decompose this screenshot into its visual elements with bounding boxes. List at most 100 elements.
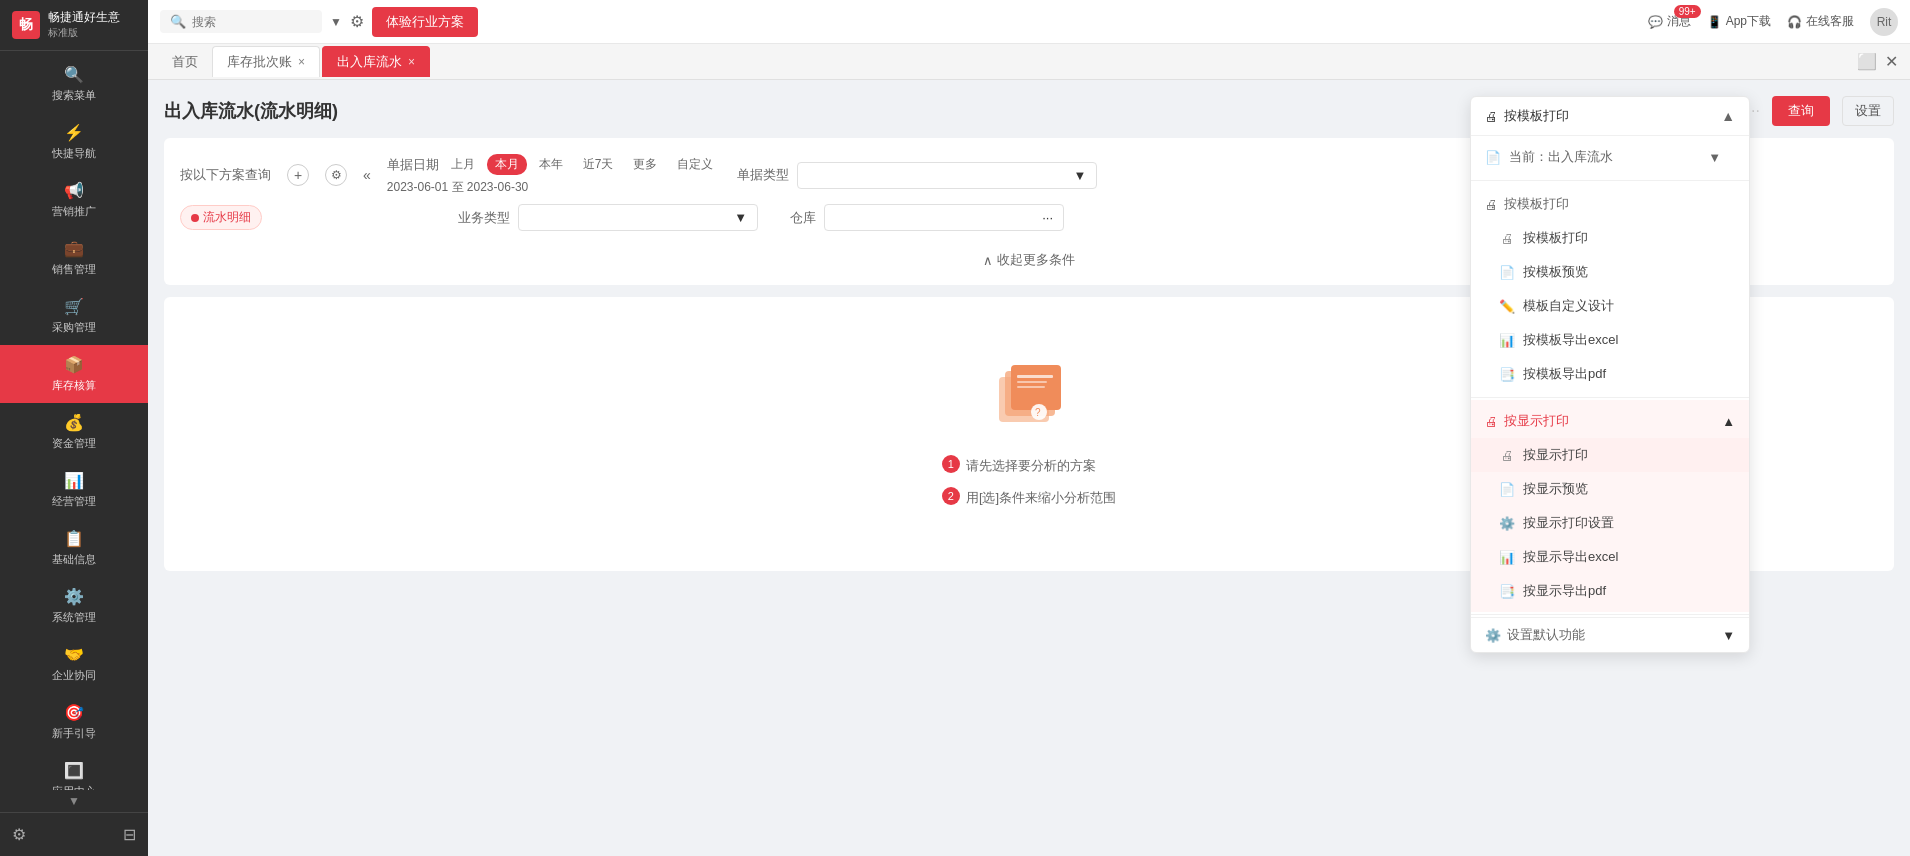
sidebar-item-search[interactable]: 🔍 搜索菜单 [0,55,148,113]
filter-add-btn[interactable]: + [287,164,309,186]
date-tab-3[interactable]: 近7天 [575,154,622,175]
tip-item-1: 1 请先选择要分析的方案 [942,453,1116,479]
template-excel-item[interactable]: 📊 按模板导出excel [1471,323,1749,357]
user-avatar[interactable]: Rit [1870,8,1898,36]
sidebar-item-finance[interactable]: 💰 资金管理 [0,403,148,461]
settings-btn[interactable]: 设置 [1842,96,1894,126]
display-settings-item[interactable]: ⚙️ 按显示打印设置 [1471,506,1749,540]
template-section-header[interactable]: 🖨 按模板打印 [1471,187,1749,221]
sidebar-item-purchase[interactable]: 🛒 采购管理 [0,287,148,345]
doc-type-select[interactable]: ▼ [797,162,1097,189]
doc-type-label: 单据类型 [737,166,789,184]
display-pdf-label: 按显示导出pdf [1523,582,1606,600]
scroll-down-icon[interactable]: ▼ [68,794,80,808]
sidebar-item-guide[interactable]: 🎯 新手引导 [0,693,148,751]
search-dropdown-icon[interactable]: ▼ [330,15,342,29]
query-btn[interactable]: 查询 [1772,96,1830,126]
current-dropdown-icon: ▼ [1708,150,1721,165]
sidebar-item-system[interactable]: ⚙️ 系统管理 [0,577,148,635]
display-pdf-item[interactable]: 📑 按显示导出pdf [1471,574,1749,608]
empty-tips: 1 请先选择要分析的方案 2 用[选]条件来缩小分析范围 [942,453,1116,511]
online-service-label: 在线客服 [1806,13,1854,30]
warehouse-select[interactable]: ··· [824,204,1064,231]
shortcut-icon: ⚡ [64,123,84,142]
purchase-icon: 🛒 [64,297,84,316]
operations-icon: 📊 [64,471,84,490]
date-tabs: 上月本月本年近7天更多自定义 [443,154,722,175]
message-btn[interactable]: 💬 消息 99+ [1648,13,1691,30]
tab-home[interactable]: 首页 [160,47,210,77]
date-tab-2[interactable]: 本年 [531,154,571,175]
date-tab-0[interactable]: 上月 [443,154,483,175]
collapse-more-btn[interactable]: ∧ 收起更多条件 [983,251,1075,269]
search-input[interactable] [192,15,312,29]
item-preview-icon: 📄 [1499,264,1515,280]
template-custom-item[interactable]: ✏️ 模板自定义设计 [1471,289,1749,323]
dropdown-print-icon: 🖨 [1485,109,1498,124]
tabs-bar: 首页 库存批次账 × 出入库流水 × ⬜ ✕ [148,44,1910,80]
sidebar-item-sales[interactable]: 💼 销售管理 [0,229,148,287]
display-print-item[interactable]: 🖨 按显示打印 [1471,438,1749,472]
sidebar-item-operations[interactable]: 📊 经营管理 [0,461,148,519]
dropdown-footer[interactable]: ⚙️ 设置默认功能 ▼ [1471,617,1749,652]
display-preview-icon: 📄 [1499,481,1515,497]
template-section-label: 🖨 按模板打印 [1485,195,1569,213]
template-pdf-label: 按模板导出pdf [1523,365,1606,383]
collapse-sidebar-icon[interactable]: ⊟ [123,825,136,844]
template-preview-item[interactable]: 📄 按模板预览 [1471,255,1749,289]
display-section-collapse[interactable]: ▲ [1722,414,1735,429]
basic-icon: 📋 [64,529,84,548]
tab-flow[interactable]: 出入库流水 × [322,46,430,77]
topbar-right: 💬 消息 99+ 📱 App下载 🎧 在线客服 Rit [1648,8,1898,36]
finance-label: 资金管理 [52,436,96,451]
filter-settings-btn[interactable]: ⚙ [325,164,347,186]
dropdown-title-text: 按模板打印 [1504,107,1569,125]
tab-batch[interactable]: 库存批次账 × [212,46,320,77]
online-service-btn[interactable]: 🎧 在线客服 [1787,13,1854,30]
tab-flow-close[interactable]: × [408,55,415,69]
tabs-right: ⬜ ✕ [1857,52,1898,71]
date-filter: 单据日期 上月本月本年近7天更多自定义 2023-06-01 至 2023-06… [387,154,722,196]
footer-label: ⚙️ 设置默认功能 [1485,626,1585,644]
display-settings-label: 按显示打印设置 [1523,514,1614,532]
date-tab-4[interactable]: 更多 [625,154,665,175]
avatar-text: Rit [1877,15,1892,29]
filter-collapse-left-btn[interactable]: « [363,167,371,183]
enterprise-icon: 🤝 [64,645,84,664]
date-tab-1[interactable]: 本月 [487,154,527,175]
sidebar-item-enterprise[interactable]: 🤝 企业协同 [0,635,148,693]
dropdown-collapse-btn[interactable]: ▲ [1721,108,1735,124]
logo-title: 畅捷通好生意 [48,10,120,26]
marketing-icon: 📢 [64,181,84,200]
date-tab-5[interactable]: 自定义 [669,154,721,175]
trial-btn[interactable]: 体验行业方案 [372,7,478,37]
display-excel-label: 按显示导出excel [1523,548,1618,566]
display-preview-item[interactable]: 📄 按显示预览 [1471,472,1749,506]
svg-rect-5 [1017,386,1045,388]
template-pdf-item[interactable]: 📑 按模板导出pdf [1471,357,1749,391]
sidebar-item-basic[interactable]: 📋 基础信息 [0,519,148,577]
topbar-gear-icon[interactable]: ⚙ [350,12,364,31]
tab-batch-close[interactable]: × [298,55,305,69]
template-custom-label: 模板自定义设计 [1523,297,1614,315]
close-tab-btn[interactable]: ✕ [1885,52,1898,71]
app-download-label: App下载 [1726,13,1771,30]
topbar-search-box[interactable]: 🔍 [160,10,322,33]
app-download-btn[interactable]: 📱 App下载 [1707,13,1771,30]
sidebar-item-shortcut[interactable]: ⚡ 快捷导航 [0,113,148,171]
display-section-header[interactable]: 🖨 按显示打印 ▲ [1471,404,1749,438]
item-pdf-icon: 📑 [1499,366,1515,382]
sidebar-item-inventory[interactable]: 📦 库存核算 [0,345,148,403]
current-label-icon: 📄 [1485,150,1501,165]
settings-icon[interactable]: ⚙ [12,825,26,844]
sidebar-item-appstore[interactable]: 🔳 应用中心 [0,751,148,790]
sidebar-item-marketing[interactable]: 📢 营销推广 [0,171,148,229]
sidebar-nav: 🔍 搜索菜单⚡ 快捷导航📢 营销推广💼 销售管理🛒 采购管理📦 库存核算💰 资金… [0,51,148,790]
inventory-label: 库存核算 [52,378,96,393]
tip-text-2: 用[选]条件来缩小分析范围 [966,485,1116,511]
display-excel-item[interactable]: 📊 按显示导出excel [1471,540,1749,574]
template-print-item[interactable]: 🖨 按模板打印 [1471,221,1749,255]
business-type-select[interactable]: ▼ [518,204,758,231]
display-preview-label: 按显示预览 [1523,480,1588,498]
maximize-btn[interactable]: ⬜ [1857,52,1877,71]
